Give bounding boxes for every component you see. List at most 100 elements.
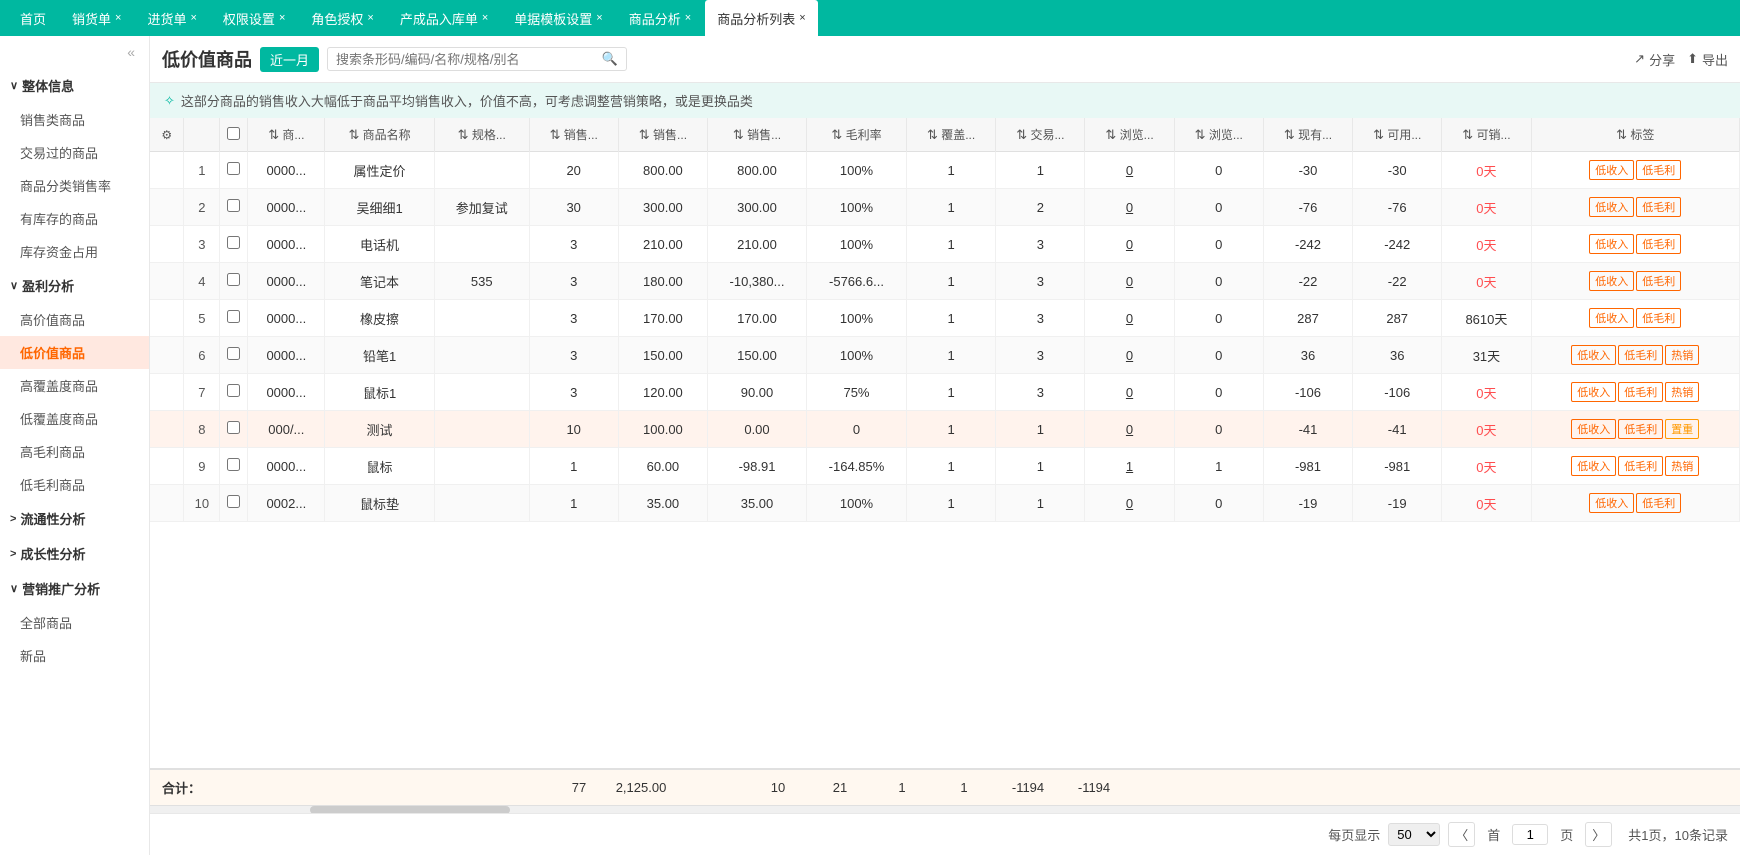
period-button[interactable]: 近一月 [260, 47, 319, 72]
nav-item-权限设置[interactable]: 权限设置× [211, 0, 297, 36]
col-header-trade[interactable]: ⇅ 交易... [996, 118, 1085, 152]
sidebar-item-库存资金占用[interactable]: 库存资金占用 [0, 235, 149, 268]
col-header-current[interactable]: ⇅ 现有... [1263, 118, 1352, 152]
row-settings[interactable] [150, 485, 184, 522]
share-button[interactable]: ↗ 分享 [1634, 50, 1675, 69]
row-view1[interactable]: 0 [1085, 485, 1174, 522]
row-spec [434, 300, 529, 337]
col-header-name[interactable]: ⇅ 商品名称 [325, 118, 435, 152]
last-page-button[interactable]: 〉 [1585, 822, 1612, 847]
row-settings[interactable] [150, 300, 184, 337]
page-input[interactable] [1512, 824, 1548, 845]
nav-item-商品分析[interactable]: 商品分析× [617, 0, 703, 36]
sidebar-item-销售类商品[interactable]: 销售类商品 [0, 103, 149, 136]
close-icon[interactable]: × [799, 12, 805, 24]
close-icon[interactable]: × [279, 12, 285, 24]
totals-coverage: 10 [747, 780, 809, 795]
nav-item-销货单[interactable]: 销货单× [60, 0, 133, 36]
select-all-checkbox[interactable] [227, 127, 240, 140]
nav-item-商品分析列表[interactable]: 商品分析列表× [705, 0, 817, 36]
col-header-margin[interactable]: ⇅ 毛利率 [806, 118, 906, 152]
tag-低毛利: 低毛利 [1618, 345, 1663, 365]
checkbox-column-header[interactable] [220, 118, 248, 152]
sidebar-item-有库存的商品[interactable]: 有库存的商品 [0, 202, 149, 235]
sidebar-item-高毛利商品[interactable]: 高毛利商品 [0, 435, 149, 468]
col-header-coverage[interactable]: ⇅ 覆盖... [907, 118, 996, 152]
col-header-spec[interactable]: ⇅ 规格... [434, 118, 529, 152]
close-icon[interactable]: × [190, 12, 196, 24]
table-area[interactable]: ⚙⇅ 商...⇅ 商品名称⇅ 规格...⇅ 销售...⇅ 销售...⇅ 销售..… [150, 118, 1740, 768]
first-page-button[interactable]: 〈 [1448, 822, 1475, 847]
sidebar-section-1[interactable]: ∨盈利分析 [0, 268, 149, 303]
search-icon[interactable]: 🔍 [602, 51, 618, 67]
col-header-code[interactable]: ⇅ 商... [248, 118, 325, 152]
row-view1[interactable]: 0 [1085, 374, 1174, 411]
row-checkbox[interactable] [220, 226, 248, 263]
row-view2: 1 [1174, 448, 1263, 485]
row-view1[interactable]: 1 [1085, 448, 1174, 485]
sidebar-item-新品[interactable]: 新品 [0, 639, 149, 672]
nav-item-首页[interactable]: 首页 [8, 0, 58, 36]
sidebar-item-低覆盖度商品[interactable]: 低覆盖度商品 [0, 402, 149, 435]
row-settings[interactable] [150, 374, 184, 411]
sidebar-section-2[interactable]: >流通性分析 [0, 501, 149, 536]
row-view1[interactable]: 0 [1085, 226, 1174, 263]
row-settings[interactable] [150, 189, 184, 226]
row-settings[interactable] [150, 152, 184, 189]
nav-item-进货单[interactable]: 进货单× [135, 0, 208, 36]
col-header-view1[interactable]: ⇅ 浏览... [1085, 118, 1174, 152]
per-page-select[interactable]: 50 20 100 [1388, 823, 1440, 846]
row-checkbox[interactable] [220, 337, 248, 374]
row-checkbox[interactable] [220, 374, 248, 411]
nav-item-单据模板设置[interactable]: 单据模板设置× [502, 0, 614, 36]
row-settings[interactable] [150, 337, 184, 374]
row-current: -981 [1263, 448, 1352, 485]
row-view1[interactable]: 0 [1085, 411, 1174, 448]
row-checkbox[interactable] [220, 411, 248, 448]
sidebar-item-高覆盖度商品[interactable]: 高覆盖度商品 [0, 369, 149, 402]
sidebar-section-4[interactable]: ∨营销推广分析 [0, 571, 149, 606]
row-checkbox[interactable] [220, 263, 248, 300]
sidebar-item-低毛利商品[interactable]: 低毛利商品 [0, 468, 149, 501]
nav-item-角色授权[interactable]: 角色授权× [299, 0, 385, 36]
close-icon[interactable]: × [115, 12, 121, 24]
close-icon[interactable]: × [596, 12, 602, 24]
row-name: 电话机 [325, 226, 435, 263]
row-checkbox[interactable] [220, 152, 248, 189]
col-header-saleable[interactable]: ⇅ 可销... [1442, 118, 1531, 152]
sidebar-collapse-button[interactable]: « [121, 42, 141, 62]
row-settings[interactable] [150, 263, 184, 300]
col-header-qty[interactable]: ⇅ 销售... [529, 118, 618, 152]
sidebar-item-全部商品[interactable]: 全部商品 [0, 606, 149, 639]
row-settings[interactable] [150, 411, 184, 448]
col-header-tags[interactable]: ⇅ 标签 [1531, 118, 1739, 152]
row-checkbox[interactable] [220, 189, 248, 226]
row-settings[interactable] [150, 448, 184, 485]
close-icon[interactable]: × [482, 12, 488, 24]
row-checkbox[interactable] [220, 485, 248, 522]
sidebar-item-高价值商品[interactable]: 高价值商品 [0, 303, 149, 336]
sidebar-section-3[interactable]: >成长性分析 [0, 536, 149, 571]
row-view1[interactable]: 0 [1085, 300, 1174, 337]
close-icon[interactable]: × [685, 12, 691, 24]
search-input[interactable] [336, 52, 598, 67]
col-header-available[interactable]: ⇅ 可用... [1353, 118, 1442, 152]
settings-column-header[interactable]: ⚙ [150, 118, 184, 152]
sidebar-item-交易过的商品[interactable]: 交易过的商品 [0, 136, 149, 169]
row-view1[interactable]: 0 [1085, 263, 1174, 300]
row-checkbox[interactable] [220, 300, 248, 337]
row-settings[interactable] [150, 226, 184, 263]
row-view1[interactable]: 0 [1085, 189, 1174, 226]
close-icon[interactable]: × [367, 12, 373, 24]
col-header-cost[interactable]: ⇅ 销售... [708, 118, 807, 152]
sidebar-item-低价值商品[interactable]: 低价值商品 [0, 336, 149, 369]
row-view1[interactable]: 0 [1085, 337, 1174, 374]
row-view1[interactable]: 0 [1085, 152, 1174, 189]
nav-item-产成品入库单[interactable]: 产成品入库单× [388, 0, 500, 36]
sidebar-item-商品分类销售率[interactable]: 商品分类销售率 [0, 169, 149, 202]
export-button[interactable]: ⬆ 导出 [1687, 50, 1728, 69]
col-header-amount[interactable]: ⇅ 销售... [618, 118, 707, 152]
sidebar-section-0[interactable]: ∨整体信息 [0, 68, 149, 103]
col-header-view2[interactable]: ⇅ 浏览... [1174, 118, 1263, 152]
row-checkbox[interactable] [220, 448, 248, 485]
